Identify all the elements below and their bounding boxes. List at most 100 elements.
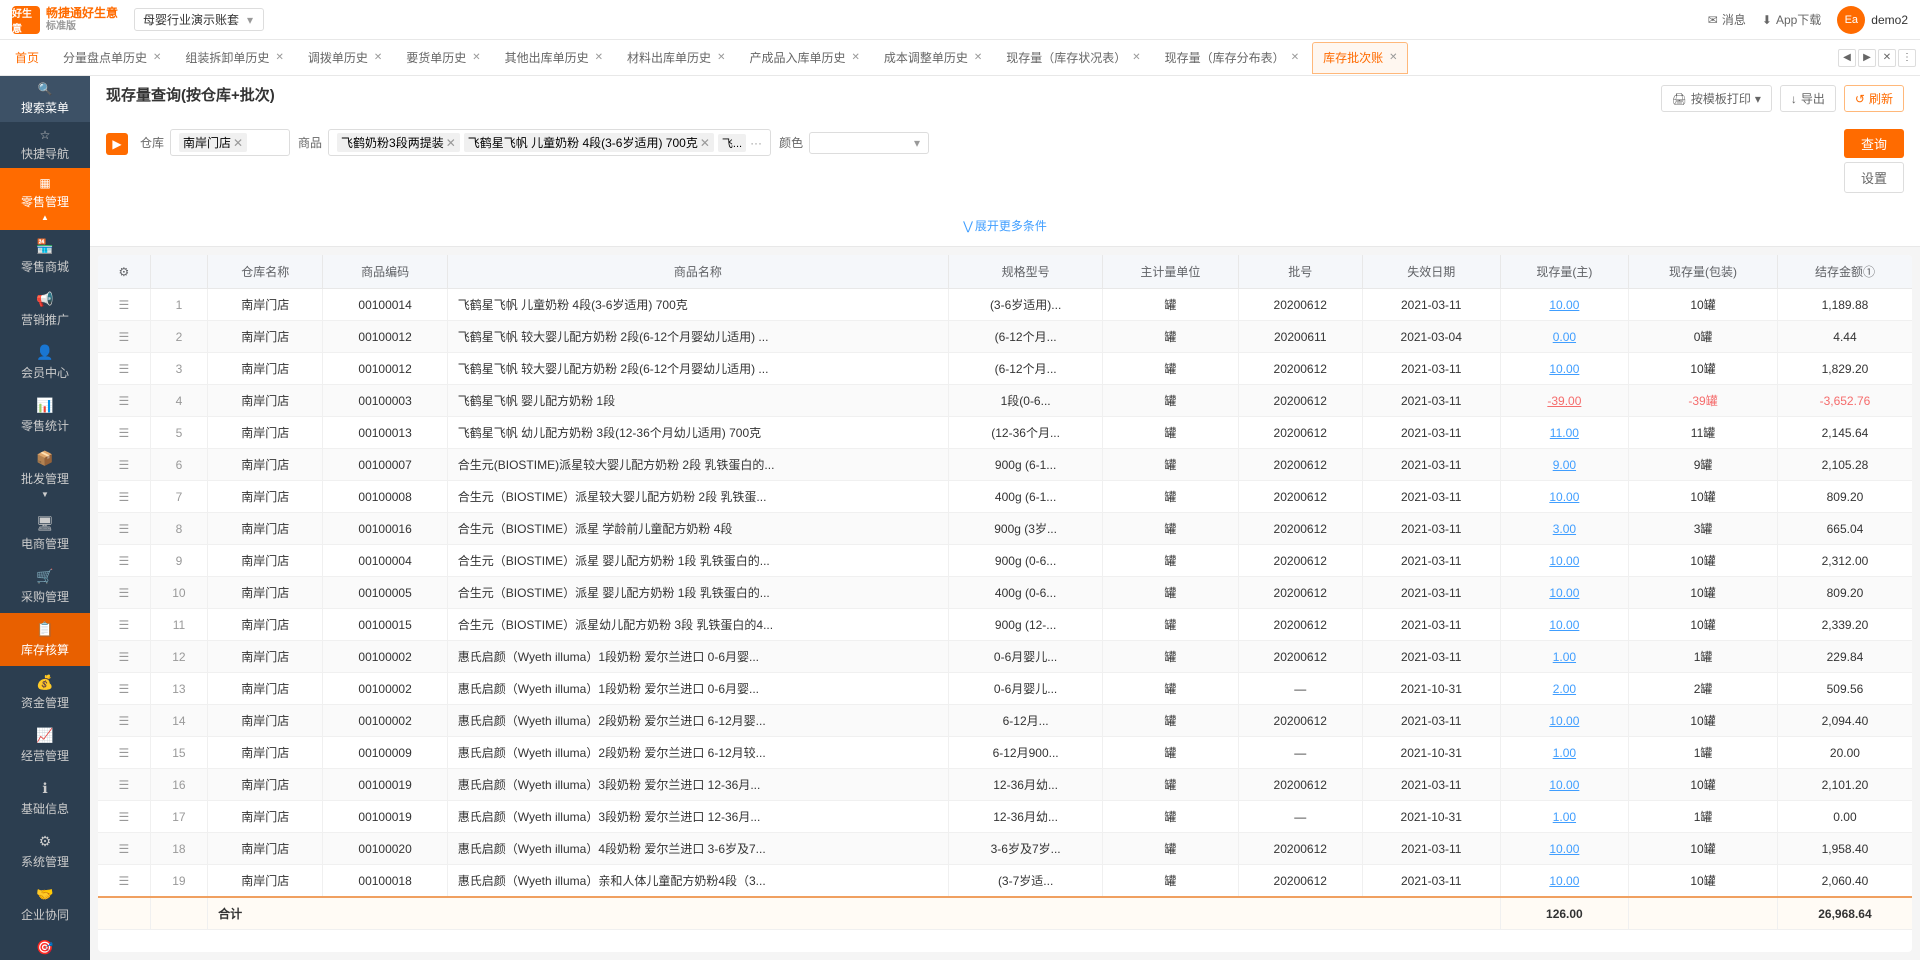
row-qty-main[interactable]: 1.00 xyxy=(1500,737,1629,769)
tab-4[interactable]: 要货单历史 ✕ xyxy=(395,42,491,74)
row-gear[interactable]: ☰ xyxy=(98,801,150,833)
row-qty-main[interactable]: 10.00 xyxy=(1500,705,1629,737)
message-btn[interactable]: ✉ 消息 xyxy=(1708,11,1746,28)
row-gear[interactable]: ☰ xyxy=(98,513,150,545)
row-gear[interactable]: ☰ xyxy=(98,321,150,353)
row-gear[interactable]: ☰ xyxy=(98,481,150,513)
close-tab-9[interactable]: ✕ xyxy=(1132,52,1140,63)
tab-2[interactable]: 组装拆卸单历史 ✕ xyxy=(174,42,294,74)
remove-warehouse-tag[interactable]: ✕ xyxy=(233,136,243,150)
row-qty-main[interactable]: 10.00 xyxy=(1500,289,1629,321)
sidebar-item-retail-mgmt[interactable]: ▦ 零售管理 ▲ xyxy=(0,168,90,230)
close-tab-2[interactable]: ✕ xyxy=(275,52,283,63)
tab-home[interactable]: 首页 xyxy=(4,42,50,74)
row-qty-main[interactable]: 10.00 xyxy=(1500,833,1629,865)
row-qty-main[interactable]: 10.00 xyxy=(1500,577,1629,609)
sidebar-quick-nav[interactable]: ☆ 快捷导航 xyxy=(0,122,90,168)
row-qty-main[interactable]: 9.00 xyxy=(1500,449,1629,481)
close-tab-6[interactable]: ✕ xyxy=(717,52,725,63)
remove-product-tag-1[interactable]: ✕ xyxy=(446,136,456,150)
nav-close-all[interactable]: ✕ xyxy=(1878,49,1896,67)
remove-product-tag-2[interactable]: ✕ xyxy=(700,136,710,150)
row-gear[interactable]: ☰ xyxy=(98,417,150,449)
row-gear[interactable]: ☰ xyxy=(98,705,150,737)
warehouse-filter-input[interactable]: 南岸门店 ✕ xyxy=(170,129,290,156)
template-print-btn[interactable]: 🖨 按模板打印 ▾ xyxy=(1661,85,1772,112)
warehouse-selector[interactable]: 母婴行业演示账套 ▾ xyxy=(134,8,264,31)
query-btn[interactable]: 查询 xyxy=(1844,129,1904,158)
refresh-btn[interactable]: ↺ 刷新 xyxy=(1844,85,1904,112)
row-gear[interactable]: ☰ xyxy=(98,545,150,577)
close-tab-7[interactable]: ✕ xyxy=(851,52,859,63)
sidebar-item-member[interactable]: 👤 会员中心 xyxy=(0,336,90,389)
sidebar-item-finance[interactable]: 💰 资金管理 xyxy=(0,666,90,719)
tab-6[interactable]: 材料出库单历史 ✕ xyxy=(616,42,736,74)
row-gear[interactable]: ☰ xyxy=(98,673,150,705)
settings-icon[interactable]: ⚙ xyxy=(118,265,129,279)
expand-more-btn[interactable]: ⋁ 展开更多条件 xyxy=(963,217,1047,234)
row-gear[interactable]: ☰ xyxy=(98,833,150,865)
product-filter-more[interactable]: ··· xyxy=(750,136,762,150)
tab-1[interactable]: 分量盘点单历史 ✕ xyxy=(52,42,172,74)
product-filter-input[interactable]: 飞鹤奶粉3段两提装 ✕ 飞鹤星飞帆 儿童奶粉 4段(3-6岁适用) 700克 ✕… xyxy=(328,129,771,156)
sidebar-item-inventory[interactable]: 📋 库存核算 xyxy=(0,613,90,666)
row-gear[interactable]: ☰ xyxy=(98,449,150,481)
row-qty-main[interactable]: 10.00 xyxy=(1500,769,1629,801)
row-qty-main[interactable]: 2.00 xyxy=(1500,673,1629,705)
sidebar-item-wholesale[interactable]: 📦 批发管理 ▼ xyxy=(0,442,90,507)
sidebar-item-guide[interactable]: 🎯 新手引导 xyxy=(0,931,90,960)
setting-btn[interactable]: 设置 xyxy=(1844,162,1904,193)
sidebar-item-basic-info[interactable]: ℹ 基础信息 xyxy=(0,772,90,825)
close-tab-8[interactable]: ✕ xyxy=(974,52,982,63)
sidebar-item-enterprise[interactable]: 🤝 企业协同 xyxy=(0,878,90,931)
row-qty-main[interactable]: -39.00 xyxy=(1500,385,1629,417)
row-gear[interactable]: ☰ xyxy=(98,609,150,641)
sidebar-item-operations[interactable]: 📈 经营管理 xyxy=(0,719,90,772)
close-tab-4[interactable]: ✕ xyxy=(472,52,480,63)
export-btn[interactable]: ↓ 导出 xyxy=(1780,85,1836,112)
expand-left-btn[interactable]: ▶ xyxy=(106,133,128,155)
row-qty-main[interactable]: 10.00 xyxy=(1500,545,1629,577)
close-tab-1[interactable]: ✕ xyxy=(153,52,161,63)
close-tab-11[interactable]: ✕ xyxy=(1389,52,1397,63)
row-gear[interactable]: ☰ xyxy=(98,289,150,321)
nav-prev-arrow[interactable]: ◀ xyxy=(1838,49,1856,67)
row-gear[interactable]: ☰ xyxy=(98,353,150,385)
app-download-btn[interactable]: ⬇ App下载 xyxy=(1762,11,1821,28)
row-qty-main[interactable]: 10.00 xyxy=(1500,481,1629,513)
nav-menu[interactable]: ⋮ xyxy=(1898,49,1916,67)
row-qty-main[interactable]: 10.00 xyxy=(1500,865,1629,898)
color-filter-input[interactable]: ▾ xyxy=(809,132,929,154)
tab-7[interactable]: 产成品入库单历史 ✕ xyxy=(738,42,870,74)
tab-11-active[interactable]: 库存批次账 ✕ xyxy=(1312,42,1408,74)
filter-expand-left[interactable]: ▶ xyxy=(106,133,128,155)
row-gear[interactable]: ☰ xyxy=(98,737,150,769)
row-qty-main[interactable]: 3.00 xyxy=(1500,513,1629,545)
row-gear[interactable]: ☰ xyxy=(98,865,150,898)
row-qty-main[interactable]: 11.00 xyxy=(1500,417,1629,449)
tab-5[interactable]: 其他出库单历史 ✕ xyxy=(494,42,614,74)
sidebar-item-retail-shop[interactable]: 🏪 零售商城 xyxy=(0,230,90,283)
row-qty-main[interactable]: 0.00 xyxy=(1500,321,1629,353)
sidebar-item-retail-stats[interactable]: 📊 零售统计 xyxy=(0,389,90,442)
close-tab-10[interactable]: ✕ xyxy=(1291,52,1299,63)
nav-next-arrow[interactable]: ▶ xyxy=(1858,49,1876,67)
row-qty-main[interactable]: 1.00 xyxy=(1500,801,1629,833)
row-gear[interactable]: ☰ xyxy=(98,577,150,609)
close-tab-5[interactable]: ✕ xyxy=(595,52,603,63)
row-qty-main[interactable]: 1.00 xyxy=(1500,641,1629,673)
row-gear[interactable]: ☰ xyxy=(98,385,150,417)
row-gear[interactable]: ☰ xyxy=(98,769,150,801)
row-qty-main[interactable]: 10.00 xyxy=(1500,609,1629,641)
row-qty-main[interactable]: 10.00 xyxy=(1500,353,1629,385)
tab-10[interactable]: 现存量（库存分布表） ✕ xyxy=(1154,42,1310,74)
tab-9[interactable]: 现存量（库存状况表） ✕ xyxy=(995,42,1151,74)
sidebar-search[interactable]: 🔍 搜索菜单 xyxy=(0,76,90,122)
sidebar-item-system[interactable]: ⚙ 系统管理 xyxy=(0,825,90,878)
sidebar-item-purchase[interactable]: 🛒 采购管理 xyxy=(0,560,90,613)
tab-3[interactable]: 调拨单历史 ✕ xyxy=(297,42,393,74)
sidebar-item-ecommerce[interactable]: 🖥 电商管理 xyxy=(0,507,90,560)
row-gear[interactable]: ☰ xyxy=(98,641,150,673)
close-tab-3[interactable]: ✕ xyxy=(374,52,382,63)
tab-8[interactable]: 成本调整单历史 ✕ xyxy=(873,42,993,74)
